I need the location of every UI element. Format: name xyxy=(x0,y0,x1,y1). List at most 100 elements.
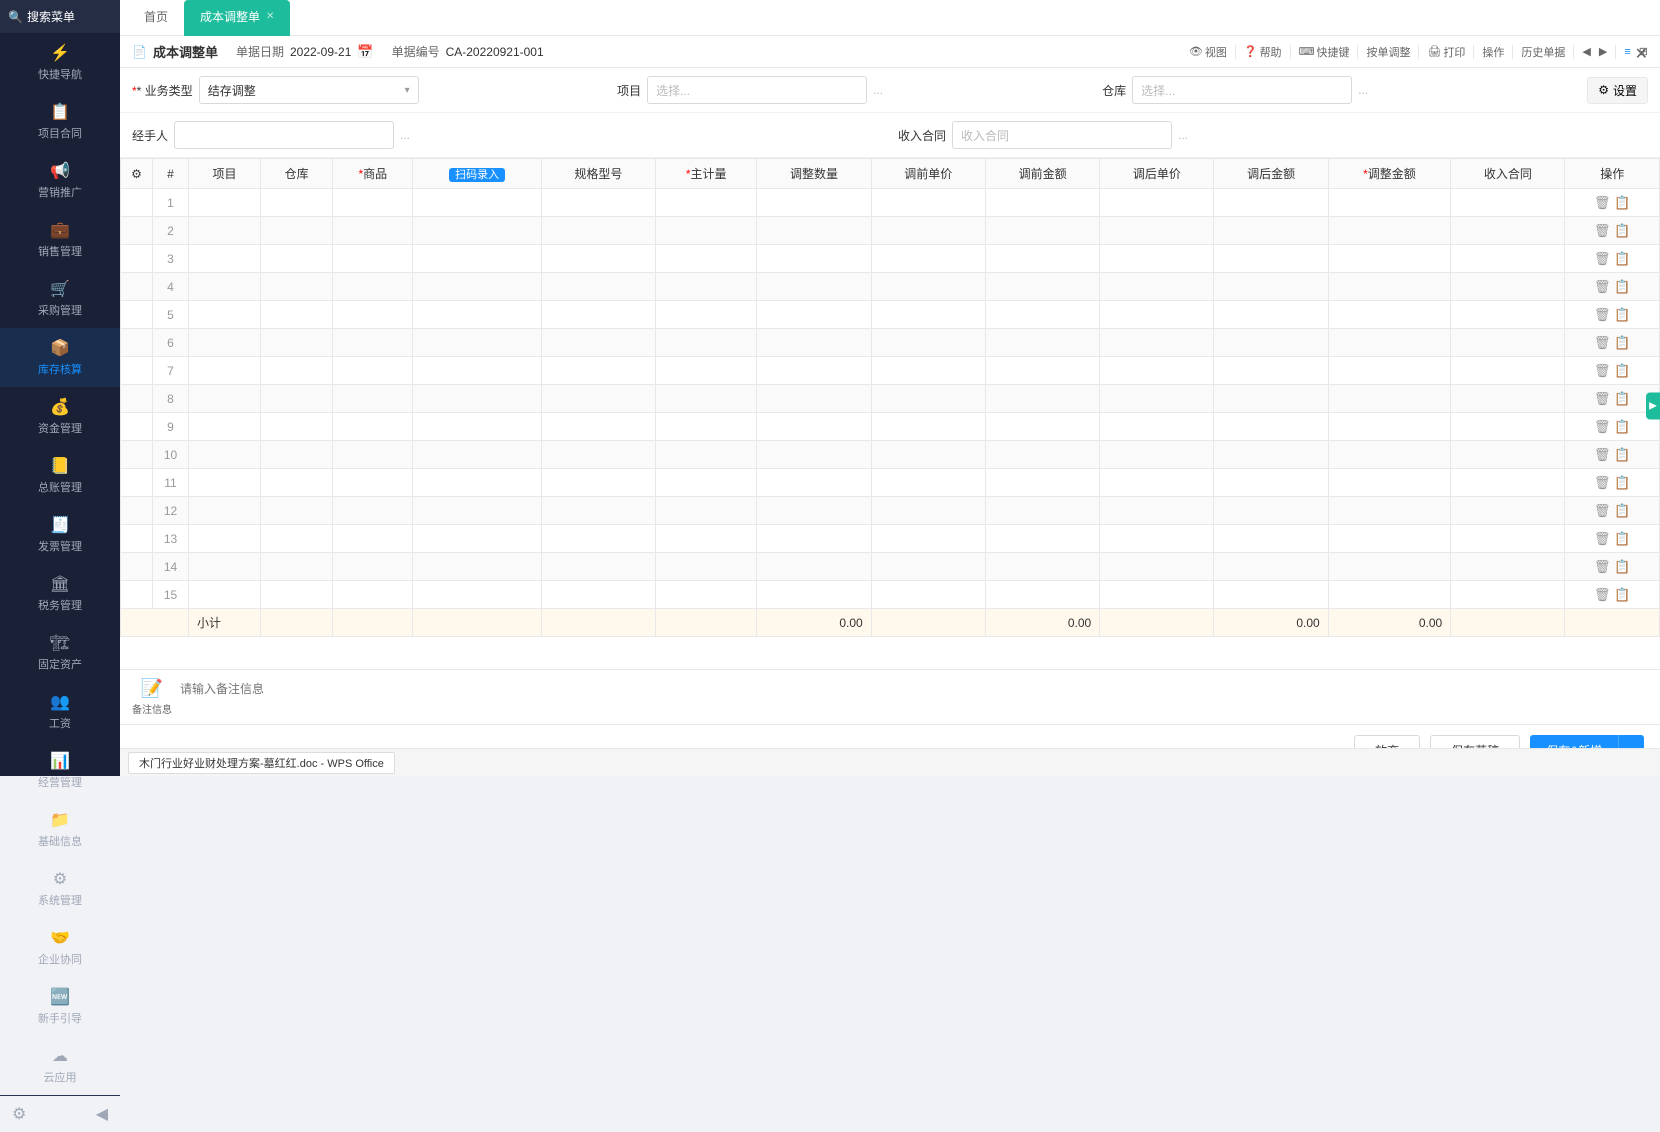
row-copy-icon[interactable]: 📋 xyxy=(1614,419,1630,435)
notes-input[interactable] xyxy=(180,678,1648,700)
row-copy-icon[interactable]: 📋 xyxy=(1614,391,1630,407)
row-pre-amount[interactable] xyxy=(985,217,1099,245)
row-project[interactable] xyxy=(189,301,261,329)
row-unit[interactable] xyxy=(656,413,757,441)
row-spec[interactable] xyxy=(541,385,655,413)
row-pre-unit-price[interactable] xyxy=(871,497,985,525)
row-post-amount[interactable] xyxy=(1214,217,1328,245)
row-unit[interactable] xyxy=(656,497,757,525)
row-warehouse[interactable] xyxy=(261,525,333,553)
row-delete-icon[interactable]: 🗑 xyxy=(1594,447,1611,463)
row-post-amount[interactable] xyxy=(1214,469,1328,497)
sidebar-collapse-icon[interactable]: ◀ xyxy=(96,1104,108,1124)
row-project[interactable] xyxy=(189,413,261,441)
row-adj-qty[interactable] xyxy=(757,413,871,441)
row-income-contract[interactable] xyxy=(1451,217,1565,245)
history-btn[interactable]: 历史单据 xyxy=(1521,44,1565,60)
sidebar-item-invoice-mgmt[interactable]: 🧾 发票管理 xyxy=(0,505,120,564)
sidebar-item-sys-mgmt[interactable]: ⚙ 系统管理 xyxy=(0,859,120,918)
row-project[interactable] xyxy=(189,497,261,525)
row-adj-amount[interactable] xyxy=(1328,413,1450,441)
row-copy-icon[interactable]: 📋 xyxy=(1614,335,1630,351)
row-project[interactable] xyxy=(189,469,261,497)
row-delete-icon[interactable]: 🗑 xyxy=(1594,195,1611,211)
row-income-contract[interactable] xyxy=(1451,189,1565,217)
row-product[interactable] xyxy=(333,329,413,357)
sidebar-item-new-guide[interactable]: 🆕 新手引导 xyxy=(0,977,120,1036)
table-row[interactable]: 12 🗑 📋 xyxy=(121,497,1660,525)
sidebar-item-fixed-assets[interactable]: 🏗 固定资产 xyxy=(0,623,120,682)
row-post-unit-price[interactable] xyxy=(1100,273,1214,301)
row-delete-icon[interactable]: 🗑 xyxy=(1594,419,1611,435)
row-product[interactable] xyxy=(333,497,413,525)
row-delete-icon[interactable]: 🗑 xyxy=(1594,587,1611,603)
handler-select[interactable] xyxy=(174,121,394,149)
row-product[interactable] xyxy=(333,357,413,385)
row-copy-icon[interactable]: 📋 xyxy=(1614,587,1630,603)
prev-btn[interactable]: ◀ xyxy=(1582,45,1590,58)
row-copy-icon[interactable]: 📋 xyxy=(1614,503,1630,519)
row-pre-amount[interactable] xyxy=(985,329,1099,357)
table-row[interactable]: 8 🗑 📋 xyxy=(121,385,1660,413)
sidebar-item-ledger-mgmt[interactable]: 📒 总账管理 xyxy=(0,446,120,505)
row-project[interactable] xyxy=(189,385,261,413)
row-post-amount[interactable] xyxy=(1214,497,1328,525)
row-post-amount[interactable] xyxy=(1214,245,1328,273)
table-row[interactable]: 5 🗑 📋 xyxy=(121,301,1660,329)
row-product[interactable] xyxy=(333,189,413,217)
row-scan[interactable] xyxy=(413,245,541,273)
row-pre-amount[interactable] xyxy=(985,357,1099,385)
row-spec[interactable] xyxy=(541,189,655,217)
row-adj-amount[interactable] xyxy=(1328,497,1450,525)
taskbar-item[interactable]: 木门行业好业财处理方案-墓红红.doc - WPS Office xyxy=(128,752,395,774)
right-edge-toggle[interactable]: ▶ xyxy=(1646,393,1660,420)
row-adj-qty[interactable] xyxy=(757,385,871,413)
table-row[interactable]: 14 🗑 📋 xyxy=(121,553,1660,581)
tab-cost-adjust[interactable]: 成本调整单 ✕ xyxy=(184,0,290,36)
row-scan[interactable] xyxy=(413,357,541,385)
row-adj-amount[interactable] xyxy=(1328,441,1450,469)
row-pre-unit-price[interactable] xyxy=(871,301,985,329)
row-adj-amount[interactable] xyxy=(1328,301,1450,329)
row-scan[interactable] xyxy=(413,581,541,609)
row-adj-amount[interactable] xyxy=(1328,189,1450,217)
row-income-contract[interactable] xyxy=(1451,357,1565,385)
row-pre-amount[interactable] xyxy=(985,581,1099,609)
row-post-unit-price[interactable] xyxy=(1100,581,1214,609)
row-post-unit-price[interactable] xyxy=(1100,553,1214,581)
row-unit[interactable] xyxy=(656,469,757,497)
row-copy-icon[interactable]: 📋 xyxy=(1614,251,1630,267)
row-pre-amount[interactable] xyxy=(985,497,1099,525)
row-copy-icon[interactable]: 📋 xyxy=(1614,279,1630,295)
row-copy-icon[interactable]: 📋 xyxy=(1614,195,1630,211)
row-pre-amount[interactable] xyxy=(985,273,1099,301)
row-unit[interactable] xyxy=(656,329,757,357)
table-row[interactable]: 13 🗑 📋 xyxy=(121,525,1660,553)
row-unit[interactable] xyxy=(656,441,757,469)
row-unit[interactable] xyxy=(656,217,757,245)
warehouse-ellipsis[interactable]: ... xyxy=(1358,83,1368,97)
row-unit[interactable] xyxy=(656,301,757,329)
row-adj-amount[interactable] xyxy=(1328,273,1450,301)
row-income-contract[interactable] xyxy=(1451,385,1565,413)
row-pre-amount[interactable] xyxy=(985,301,1099,329)
row-project[interactable] xyxy=(189,441,261,469)
row-adj-qty[interactable] xyxy=(757,497,871,525)
row-spec[interactable] xyxy=(541,357,655,385)
row-project[interactable] xyxy=(189,329,261,357)
row-pre-unit-price[interactable] xyxy=(871,189,985,217)
row-income-contract[interactable] xyxy=(1451,497,1565,525)
row-post-amount[interactable] xyxy=(1214,273,1328,301)
row-post-unit-price[interactable] xyxy=(1100,469,1214,497)
row-pre-unit-price[interactable] xyxy=(871,581,985,609)
row-pre-amount[interactable] xyxy=(985,385,1099,413)
row-income-contract[interactable] xyxy=(1451,581,1565,609)
row-delete-icon[interactable]: 🗑 xyxy=(1594,531,1611,547)
row-adj-amount[interactable] xyxy=(1328,525,1450,553)
row-income-contract[interactable] xyxy=(1451,329,1565,357)
row-delete-icon[interactable]: 🗑 xyxy=(1594,335,1611,351)
row-copy-icon[interactable]: 📋 xyxy=(1614,559,1630,575)
row-unit[interactable] xyxy=(656,357,757,385)
biz-type-select[interactable]: 结存调整 ▾ xyxy=(199,76,419,104)
table-row[interactable]: 3 🗑 📋 xyxy=(121,245,1660,273)
